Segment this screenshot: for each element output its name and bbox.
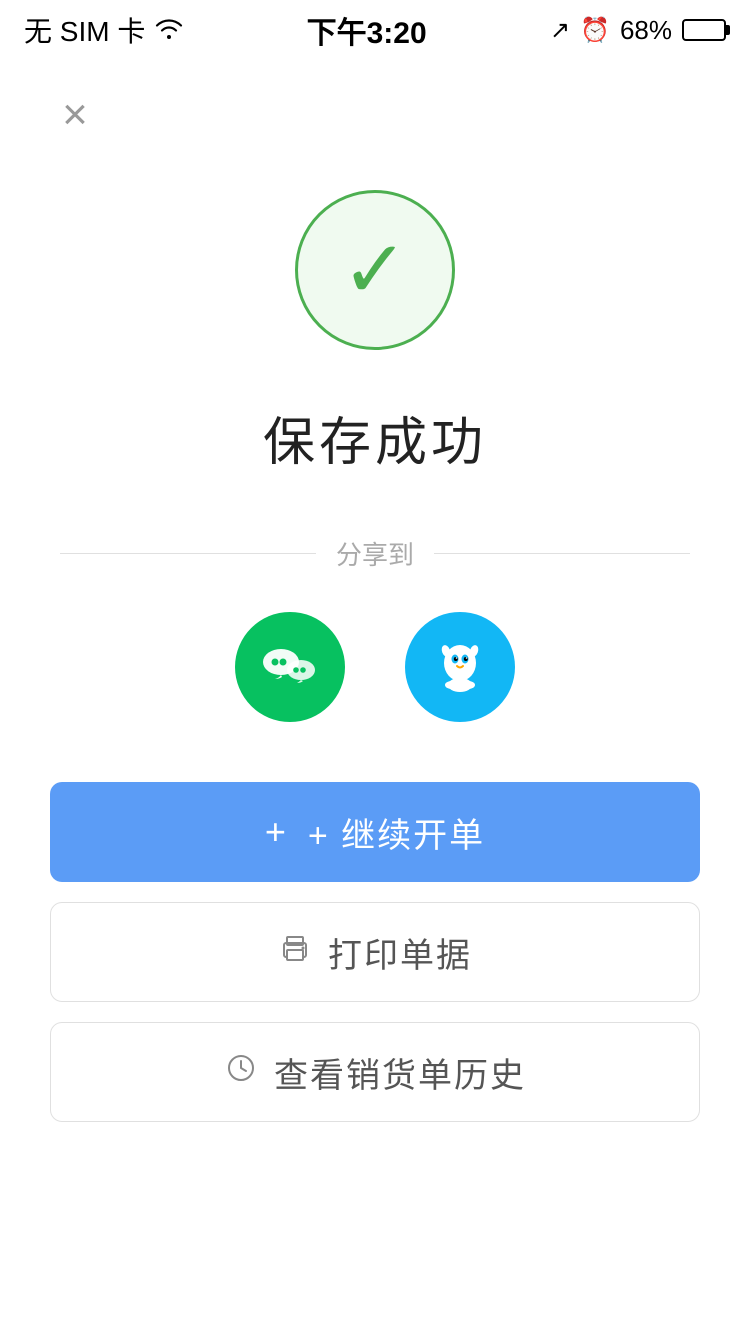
share-section: 分享到 bbox=[60, 535, 690, 782]
share-divider: 分享到 bbox=[60, 535, 690, 572]
wechat-icon bbox=[255, 632, 325, 702]
location-icon: ↗ bbox=[550, 16, 570, 45]
continue-order-button[interactable]: + + 继续开单 bbox=[50, 782, 700, 882]
print-label: 打印单据 bbox=[328, 928, 472, 977]
share-icons bbox=[60, 612, 690, 722]
plus-icon: + bbox=[265, 811, 288, 853]
divider-left bbox=[60, 553, 316, 554]
share-label: 分享到 bbox=[336, 535, 414, 572]
history-icon bbox=[224, 1051, 258, 1094]
close-button[interactable]: × bbox=[50, 90, 100, 140]
continue-order-label: + 继续开单 bbox=[308, 808, 485, 857]
actions-section: + + 继续开单 打印单据 查看销货单历史 bbox=[0, 782, 750, 1122]
status-left: 无 SIM 卡 bbox=[24, 10, 183, 50]
status-time: 下午3:20 bbox=[307, 8, 427, 52]
wifi-icon bbox=[155, 14, 183, 46]
qq-share-button[interactable] bbox=[405, 612, 515, 722]
checkmark-icon: ✓ bbox=[341, 230, 408, 310]
success-circle: ✓ bbox=[295, 190, 455, 350]
success-section: ✓ 保存成功 bbox=[0, 150, 750, 505]
print-icon bbox=[278, 931, 312, 974]
close-icon: × bbox=[62, 93, 88, 137]
no-sim-label: 无 SIM 卡 bbox=[24, 10, 145, 50]
success-title: 保存成功 bbox=[263, 400, 487, 475]
close-area: × bbox=[0, 60, 750, 150]
status-right: ↗ ⏰ 68% bbox=[550, 15, 726, 46]
alarm-icon: ⏰ bbox=[580, 16, 610, 45]
status-bar: 无 SIM 卡 下午3:20 ↗ ⏰ 68% bbox=[0, 0, 750, 60]
battery-percent: 68% bbox=[620, 15, 672, 46]
history-label: 查看销货单历史 bbox=[274, 1048, 526, 1097]
battery-icon bbox=[682, 19, 726, 41]
qq-icon bbox=[428, 635, 492, 699]
wechat-share-button[interactable] bbox=[235, 612, 345, 722]
history-button[interactable]: 查看销货单历史 bbox=[50, 1022, 700, 1122]
divider-right bbox=[434, 553, 690, 554]
print-button[interactable]: 打印单据 bbox=[50, 902, 700, 1002]
